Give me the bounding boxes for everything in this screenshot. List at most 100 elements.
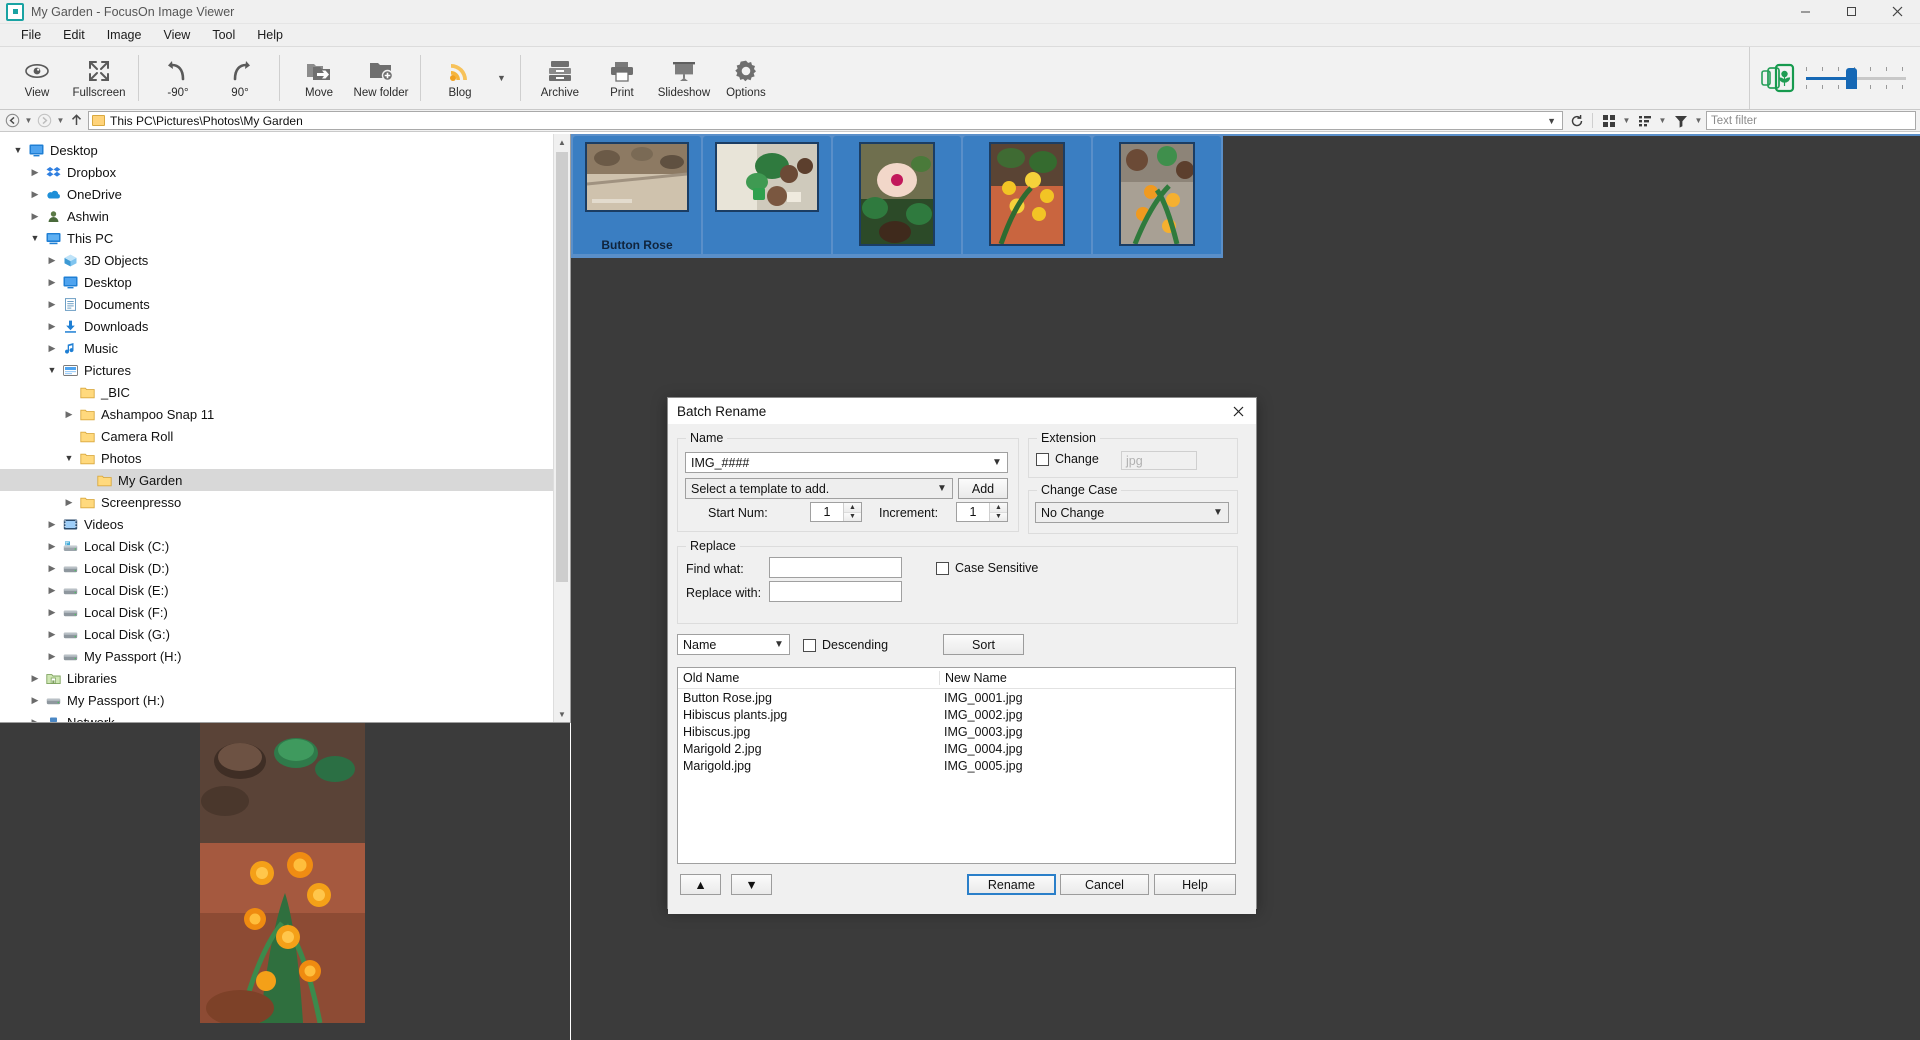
tree-item-local-disk-c[interactable]: ▶ Local Disk (C:) bbox=[0, 535, 553, 557]
column-header-old-name[interactable]: Old Name bbox=[678, 671, 939, 685]
chevron-right-icon[interactable]: ▶ bbox=[44, 321, 60, 332]
chevron-right-icon[interactable]: ▶ bbox=[27, 211, 43, 222]
chevron-right-icon[interactable]: ▶ bbox=[44, 563, 60, 574]
up-arrow-icon[interactable] bbox=[68, 112, 85, 129]
filmstrip-thumbnail[interactable]: Button Rose bbox=[573, 136, 701, 254]
options-button[interactable]: Options bbox=[715, 47, 777, 109]
filmstrip-thumbnail[interactable] bbox=[963, 136, 1091, 254]
tree-item-camera-roll[interactable]: Camera Roll bbox=[0, 425, 553, 447]
refresh-icon[interactable] bbox=[1566, 112, 1587, 129]
template-combo[interactable]: Select a template to add. ▼ bbox=[685, 478, 953, 499]
tree-item-screenpresso[interactable]: ▶ Screenpresso bbox=[0, 491, 553, 513]
chevron-right-icon[interactable]: ▶ bbox=[44, 519, 60, 530]
filter-caret-icon[interactable]: ▼ bbox=[1694, 116, 1703, 125]
chevron-right-icon[interactable]: ▶ bbox=[44, 343, 60, 354]
slider-thumb[interactable] bbox=[1846, 68, 1857, 89]
tree-item-onedrive[interactable]: ▶ OneDrive bbox=[0, 183, 553, 205]
tree-item-libraries[interactable]: ▶ Libraries bbox=[0, 667, 553, 689]
move-down-button[interactable]: ▼ bbox=[731, 874, 772, 895]
forward-arrow-icon[interactable] bbox=[36, 112, 53, 129]
table-row[interactable]: Button Rose.jpg IMG_0001.jpg bbox=[678, 689, 1235, 706]
scroll-up-arrow-icon[interactable]: ▲ bbox=[554, 134, 570, 150]
chevron-right-icon[interactable]: ▶ bbox=[61, 497, 77, 508]
back-arrow-icon[interactable] bbox=[4, 112, 21, 129]
menu-edit[interactable]: Edit bbox=[52, 26, 96, 44]
chevron-right-icon[interactable]: ▶ bbox=[44, 629, 60, 640]
extension-value-field[interactable]: jpg bbox=[1121, 451, 1197, 470]
tree-item-desktop[interactable]: ▶ Desktop bbox=[0, 271, 553, 293]
chevron-down-icon[interactable]: ▼ bbox=[932, 483, 952, 494]
menu-image[interactable]: Image bbox=[96, 26, 153, 44]
spin-up-icon[interactable]: ▲ bbox=[990, 503, 1007, 513]
sort-button[interactable]: Sort bbox=[943, 634, 1024, 655]
address-path-input[interactable]: This PC\Pictures\Photos\My Garden ▼ bbox=[88, 111, 1563, 130]
chevron-down-icon[interactable]: ▼ bbox=[1208, 507, 1228, 518]
table-row[interactable]: Marigold.jpg IMG_0005.jpg bbox=[678, 757, 1235, 774]
move-up-button[interactable]: ▲ bbox=[680, 874, 721, 895]
address-dropdown-caret-icon[interactable]: ▼ bbox=[1547, 116, 1559, 126]
column-header-new-name[interactable]: New Name bbox=[939, 671, 1235, 685]
chevron-right-icon[interactable]: ▶ bbox=[27, 189, 43, 200]
menu-tool[interactable]: Tool bbox=[201, 26, 246, 44]
tree-item-local-disk-f[interactable]: ▶ Local Disk (F:) bbox=[0, 601, 553, 623]
table-row[interactable]: Hibiscus plants.jpg IMG_0002.jpg bbox=[678, 706, 1235, 723]
slideshow-button[interactable]: Slideshow bbox=[653, 47, 715, 109]
view-button[interactable]: View bbox=[6, 47, 68, 109]
tree-item-ashampoo-snap-11[interactable]: ▶ Ashampoo Snap 11 bbox=[0, 403, 553, 425]
rotate-left-button[interactable]: -90° bbox=[147, 47, 209, 109]
chevron-down-icon[interactable]: ▼ bbox=[44, 365, 60, 375]
tree-item-bic[interactable]: _BIC bbox=[0, 381, 553, 403]
archive-button[interactable]: Archive bbox=[529, 47, 591, 109]
tree-item-ashwin[interactable]: ▶ Ashwin bbox=[0, 205, 553, 227]
tree-item-videos[interactable]: ▶ Videos bbox=[0, 513, 553, 535]
sort-icon[interactable] bbox=[1634, 112, 1655, 129]
chevron-right-icon[interactable]: ▶ bbox=[44, 255, 60, 266]
chevron-down-icon[interactable]: ▼ bbox=[987, 457, 1007, 468]
search-input[interactable]: Text filter bbox=[1706, 111, 1916, 130]
chevron-down-icon[interactable]: ▼ bbox=[61, 453, 77, 463]
table-row[interactable]: Hibiscus.jpg IMG_0003.jpg bbox=[678, 723, 1235, 740]
case-sensitive-checkbox[interactable]: Case Sensitive bbox=[936, 561, 1038, 575]
tree-item-network[interactable]: ▶ Network bbox=[0, 711, 553, 722]
forward-history-caret-icon[interactable]: ▼ bbox=[56, 116, 65, 125]
chevron-right-icon[interactable]: ▶ bbox=[44, 651, 60, 662]
scroll-thumb[interactable] bbox=[556, 152, 568, 582]
chevron-right-icon[interactable]: ▶ bbox=[61, 409, 77, 420]
tree-item-3d-objects[interactable]: ▶ 3D Objects bbox=[0, 249, 553, 271]
chevron-down-icon[interactable]: ▼ bbox=[10, 145, 26, 155]
change-case-combo[interactable]: No Change ▼ bbox=[1035, 502, 1229, 523]
table-row[interactable]: Marigold 2.jpg IMG_0004.jpg bbox=[678, 740, 1235, 757]
back-history-caret-icon[interactable]: ▼ bbox=[24, 116, 33, 125]
chevron-right-icon[interactable]: ▶ bbox=[44, 277, 60, 288]
tree-scrollbar[interactable]: ▲ ▼ bbox=[553, 134, 570, 722]
spin-down-icon[interactable]: ▼ bbox=[990, 512, 1007, 521]
minimize-button[interactable] bbox=[1782, 0, 1828, 23]
blog-dropdown-caret-icon[interactable]: ▼ bbox=[491, 47, 512, 109]
spin-down-icon[interactable]: ▼ bbox=[844, 512, 861, 521]
name-pattern-combo[interactable]: IMG_#### ▼ bbox=[685, 452, 1008, 473]
extension-change-checkbox[interactable]: Change bbox=[1036, 452, 1099, 466]
replace-with-input[interactable] bbox=[769, 581, 902, 602]
tree-item-local-disk-g[interactable]: ▶ Local Disk (G:) bbox=[0, 623, 553, 645]
chevron-right-icon[interactable]: ▶ bbox=[44, 541, 60, 552]
menu-view[interactable]: View bbox=[152, 26, 201, 44]
close-button[interactable] bbox=[1874, 0, 1920, 23]
tree-item-desktop[interactable]: ▼ Desktop bbox=[0, 139, 553, 161]
cancel-button[interactable]: Cancel bbox=[1060, 874, 1149, 895]
start-num-spin-buttons[interactable]: ▲ ▼ bbox=[843, 503, 861, 521]
grid-view-icon[interactable] bbox=[1598, 112, 1619, 129]
tree-item-local-disk-e[interactable]: ▶ Local Disk (E:) bbox=[0, 579, 553, 601]
grid-view-caret-icon[interactable]: ▼ bbox=[1622, 116, 1631, 125]
tree-item-my-garden[interactable]: My Garden bbox=[0, 469, 553, 491]
thumbnail-size-slider[interactable] bbox=[1806, 65, 1906, 91]
blog-button[interactable]: Blog bbox=[429, 47, 491, 109]
funnel-filter-icon[interactable] bbox=[1670, 112, 1691, 129]
tree-item-local-disk-d[interactable]: ▶ Local Disk (D:) bbox=[0, 557, 553, 579]
tree-item-downloads[interactable]: ▶ Downloads bbox=[0, 315, 553, 337]
add-template-button[interactable]: Add bbox=[958, 478, 1008, 499]
chevron-right-icon[interactable]: ▶ bbox=[27, 673, 43, 684]
rotate-right-button[interactable]: 90° bbox=[209, 47, 271, 109]
chevron-down-icon[interactable]: ▼ bbox=[27, 233, 43, 243]
fullscreen-button[interactable]: Fullscreen bbox=[68, 47, 130, 109]
print-button[interactable]: Print bbox=[591, 47, 653, 109]
